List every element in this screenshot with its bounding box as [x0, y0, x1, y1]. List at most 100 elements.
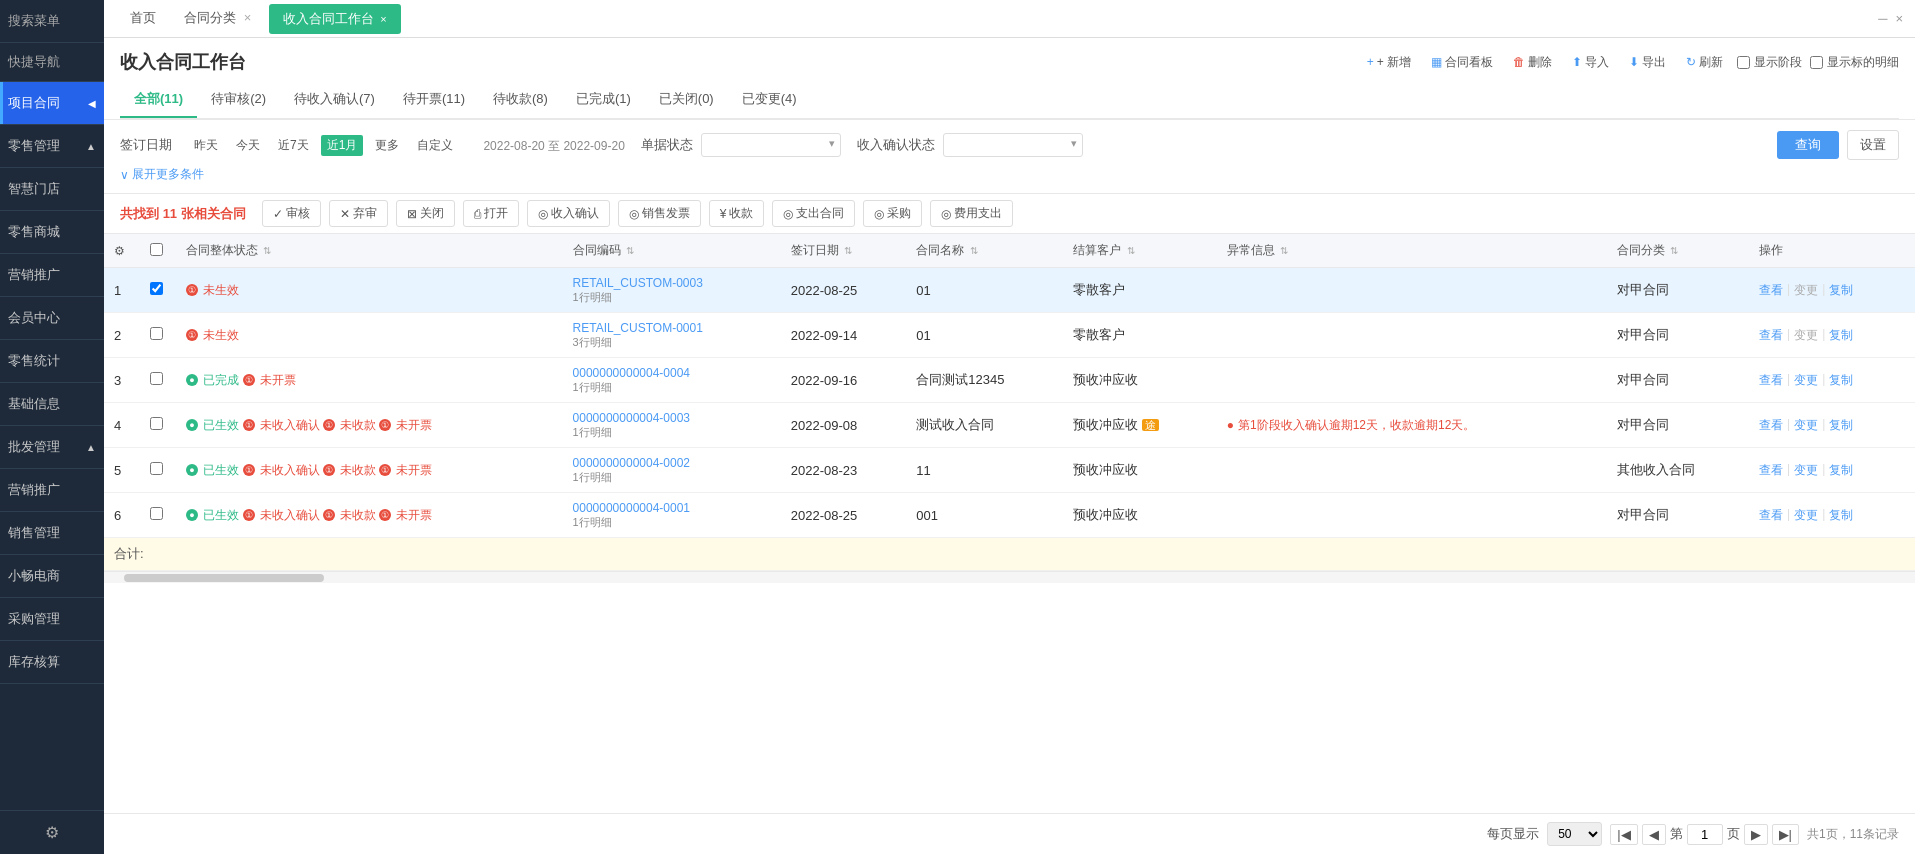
contract-code-link[interactable]: 0000000000004-0003: [573, 411, 690, 425]
sidebar-item-marketing2[interactable]: 营销推广: [0, 469, 104, 512]
sub-tab-completed[interactable]: 已完成(1): [562, 82, 645, 118]
sidebar-item-member-center[interactable]: 会员中心: [0, 297, 104, 340]
filter-settings-button[interactable]: 设置: [1847, 130, 1899, 160]
show-stages-checkbox[interactable]: 显示阶段: [1737, 54, 1802, 71]
copy-button[interactable]: 复制: [1829, 327, 1853, 344]
page-size-select[interactable]: 50 10 20 100: [1547, 822, 1602, 846]
sidebar-search[interactable]: 搜索菜单: [0, 0, 104, 43]
sub-tab-pending-income-confirm[interactable]: 待收入确认(7): [280, 82, 389, 118]
date-btn-today[interactable]: 今天: [230, 135, 266, 156]
close-icon[interactable]: ×: [244, 10, 252, 25]
delete-button[interactable]: 🗑 删除: [1507, 51, 1558, 74]
sidebar-quick-nav[interactable]: 快捷导航: [0, 43, 104, 82]
sub-tab-pending-invoice[interactable]: 待开票(11): [389, 82, 479, 118]
copy-button[interactable]: 复制: [1829, 282, 1853, 299]
query-button[interactable]: 查询: [1777, 131, 1839, 159]
sidebar-item-wholesale-mgmt[interactable]: 批发管理 ▲: [0, 426, 104, 469]
sub-tab-pending-review[interactable]: 待审核(2): [197, 82, 280, 118]
sales-invoice-button[interactable]: ◎ 销售发票: [618, 200, 701, 227]
sidebar-settings-button[interactable]: ⚙: [0, 810, 104, 854]
sidebar-item-retail-mall[interactable]: 零售商城: [0, 211, 104, 254]
export-button[interactable]: ⬇ 导出: [1623, 51, 1672, 74]
edit-button[interactable]: 变更: [1794, 372, 1818, 389]
sidebar-item-inventory[interactable]: 库存核算: [0, 641, 104, 684]
contract-code-link[interactable]: 0000000000004-0001: [573, 501, 690, 515]
tab-home[interactable]: 首页: [116, 1, 170, 37]
date-btn-last7[interactable]: 近7天: [272, 135, 315, 156]
view-button[interactable]: 查看: [1759, 417, 1783, 434]
date-btn-more[interactable]: 更多: [369, 135, 405, 156]
sidebar-item-basic-info[interactable]: 基础信息: [0, 383, 104, 426]
copy-button[interactable]: 复制: [1829, 372, 1853, 389]
sidebar-item-purchase-mgmt[interactable]: 采购管理: [0, 598, 104, 641]
expand-filter-button[interactable]: ∨ 展开更多条件: [120, 166, 204, 183]
copy-button[interactable]: 复制: [1829, 462, 1853, 479]
income-confirm-button[interactable]: ◎ 收入确认: [527, 200, 610, 227]
view-button[interactable]: 查看: [1759, 462, 1783, 479]
abandon-audit-button[interactable]: ✕ 弃审: [329, 200, 388, 227]
refresh-button[interactable]: ↻ 刷新: [1680, 51, 1729, 74]
view-button[interactable]: 查看: [1759, 327, 1783, 344]
contract-code-link[interactable]: 0000000000004-0002: [573, 456, 690, 470]
edit-button[interactable]: 变更: [1794, 282, 1818, 299]
close-contract-button[interactable]: ⊠ 关闭: [396, 200, 455, 227]
sub-tab-pending-payment[interactable]: 待收款(8): [479, 82, 562, 118]
contract-code-link[interactable]: RETAIL_CUSTOM-0003: [573, 276, 703, 290]
copy-button[interactable]: 复制: [1829, 417, 1853, 434]
row-checkbox[interactable]: [140, 268, 176, 313]
sidebar-item-smart-store[interactable]: 智慧门店: [0, 168, 104, 211]
checkbox-col-header[interactable]: [140, 234, 176, 268]
edit-button[interactable]: 变更: [1794, 327, 1818, 344]
close-icon[interactable]: ×: [380, 13, 386, 25]
copy-button[interactable]: 复制: [1829, 507, 1853, 524]
scrollbar-thumb[interactable]: [124, 574, 324, 582]
expense-contract-button[interactable]: ◎ 支出合同: [772, 200, 855, 227]
doc-status-select[interactable]: [701, 133, 841, 157]
edit-button[interactable]: 变更: [1794, 417, 1818, 434]
sub-tab-closed[interactable]: 已关闭(0): [645, 82, 728, 118]
tab-income-workbench[interactable]: 收入合同工作台 ×: [269, 4, 400, 34]
sidebar-item-retail-mgmt[interactable]: 零售管理 ▲: [0, 125, 104, 168]
date-btn-last1month[interactable]: 近1月: [321, 135, 364, 156]
edit-button[interactable]: 变更: [1794, 507, 1818, 524]
income-confirm-select[interactable]: [943, 133, 1083, 157]
view-button[interactable]: 查看: [1759, 372, 1783, 389]
expense-out-button[interactable]: ◎ 费用支出: [930, 200, 1013, 227]
audit-button[interactable]: ✓ 审核: [262, 200, 321, 227]
row-checkbox[interactable]: [140, 313, 176, 358]
purchase-button[interactable]: ◎ 采购: [863, 200, 922, 227]
sidebar-item-sales-mgmt[interactable]: 销售管理: [0, 512, 104, 555]
edit-button[interactable]: 变更: [1794, 462, 1818, 479]
close-window-icon[interactable]: ×: [1895, 11, 1903, 26]
add-button[interactable]: + + 新增: [1361, 51, 1417, 74]
tab-contract-category[interactable]: 合同分类 ×: [170, 1, 265, 37]
date-btn-custom[interactable]: 自定义: [411, 135, 459, 156]
collection-button[interactable]: ¥ 收款: [709, 200, 765, 227]
next-page-button[interactable]: ▶: [1744, 824, 1768, 845]
view-button[interactable]: 查看: [1759, 282, 1783, 299]
settings-col-header[interactable]: ⚙: [104, 234, 140, 268]
row-checkbox[interactable]: [140, 448, 176, 493]
row-checkbox[interactable]: [140, 358, 176, 403]
contract-code-link[interactable]: RETAIL_CUSTOM-0001: [573, 321, 703, 335]
page-number-input[interactable]: [1687, 824, 1723, 845]
last-page-button[interactable]: ▶|: [1772, 824, 1799, 845]
sidebar-item-xiaochang[interactable]: 小畅电商: [0, 555, 104, 598]
minimize-icon[interactable]: ─: [1878, 11, 1887, 26]
date-btn-yesterday[interactable]: 昨天: [188, 135, 224, 156]
show-detail-checkbox[interactable]: 显示标的明细: [1810, 54, 1899, 71]
sidebar-item-marketing[interactable]: 营销推广: [0, 254, 104, 297]
sub-tab-changed[interactable]: 已变更(4): [728, 82, 811, 118]
print-button[interactable]: ⎙ 打开: [463, 200, 519, 227]
sidebar-item-project-contract[interactable]: 项目合同 ◀: [0, 82, 104, 125]
sub-tab-all[interactable]: 全部(11): [120, 82, 197, 118]
horizontal-scrollbar[interactable]: [104, 571, 1915, 583]
prev-page-button[interactable]: ◀: [1642, 824, 1666, 845]
import-button[interactable]: ⬆ 导入: [1566, 51, 1615, 74]
contract-code-link[interactable]: 0000000000004-0004: [573, 366, 690, 380]
row-checkbox[interactable]: [140, 493, 176, 538]
first-page-button[interactable]: |◀: [1610, 824, 1637, 845]
row-checkbox[interactable]: [140, 403, 176, 448]
sidebar-item-retail-stats[interactable]: 零售统计: [0, 340, 104, 383]
contract-board-button[interactable]: ▦ 合同看板: [1425, 51, 1499, 74]
